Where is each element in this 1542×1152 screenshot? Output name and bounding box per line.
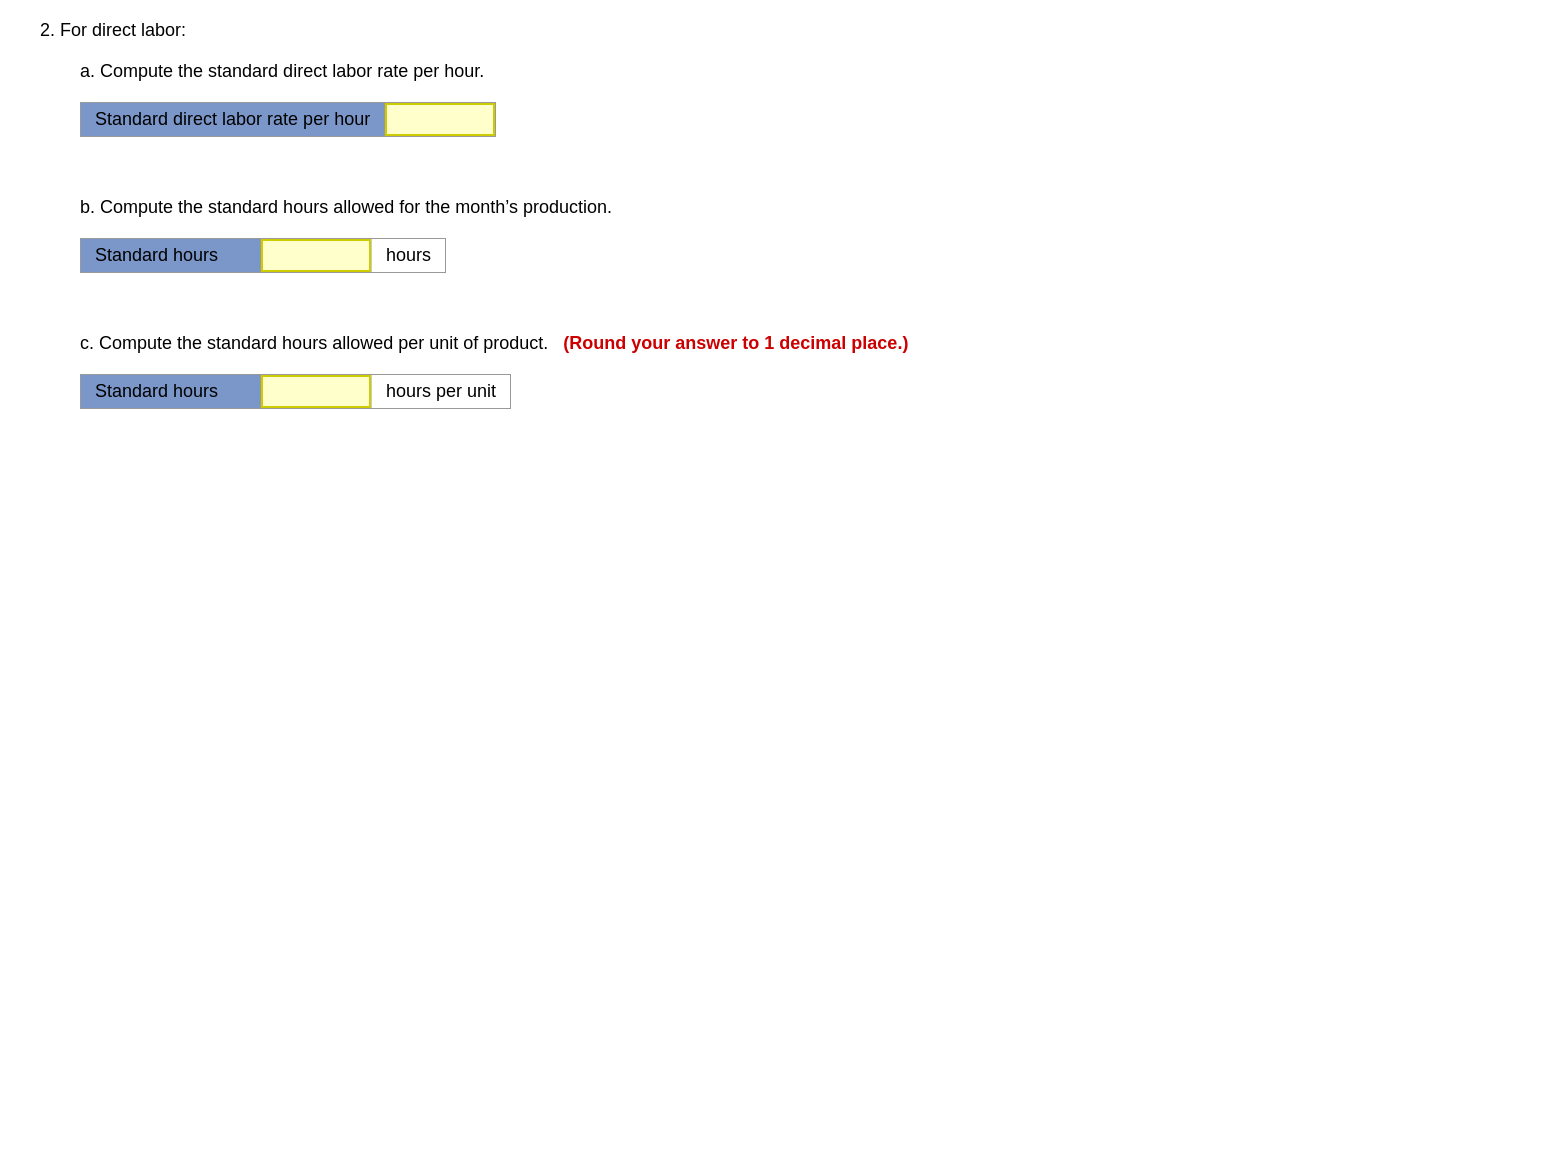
question-number: 2. For direct labor:	[40, 20, 1502, 41]
sub-question-c-input[interactable]	[261, 375, 371, 408]
sub-question-a-input[interactable]	[385, 103, 495, 136]
sub-question-b-suffix: hours	[371, 239, 445, 272]
sub-question-c-label: c. Compute the standard hours allowed pe…	[80, 333, 1502, 354]
sub-question-c-field-label: Standard hours	[81, 375, 261, 408]
sub-question-a-field-label: Standard direct labor rate per hour	[81, 103, 385, 136]
sub-question-a-input-row: Standard direct labor rate per hour	[80, 102, 496, 137]
sub-question-b-input-row: Standard hours hours	[80, 238, 446, 273]
sub-question-a: a. Compute the standard direct labor rat…	[80, 61, 1502, 137]
sub-question-b: b. Compute the standard hours allowed fo…	[80, 197, 1502, 273]
sub-question-c-suffix: hours per unit	[371, 375, 510, 408]
question-section: 2. For direct labor: a. Compute the stan…	[40, 20, 1502, 409]
round-note: (Round your answer to 1 decimal place.)	[563, 333, 908, 353]
sub-question-a-label: a. Compute the standard direct labor rat…	[80, 61, 1502, 82]
sub-question-c-input-row: Standard hours hours per unit	[80, 374, 511, 409]
sub-question-b-label: b. Compute the standard hours allowed fo…	[80, 197, 1502, 218]
sub-question-c: c. Compute the standard hours allowed pe…	[80, 333, 1502, 409]
sub-question-b-field-label: Standard hours	[81, 239, 261, 272]
sub-question-b-input[interactable]	[261, 239, 371, 272]
